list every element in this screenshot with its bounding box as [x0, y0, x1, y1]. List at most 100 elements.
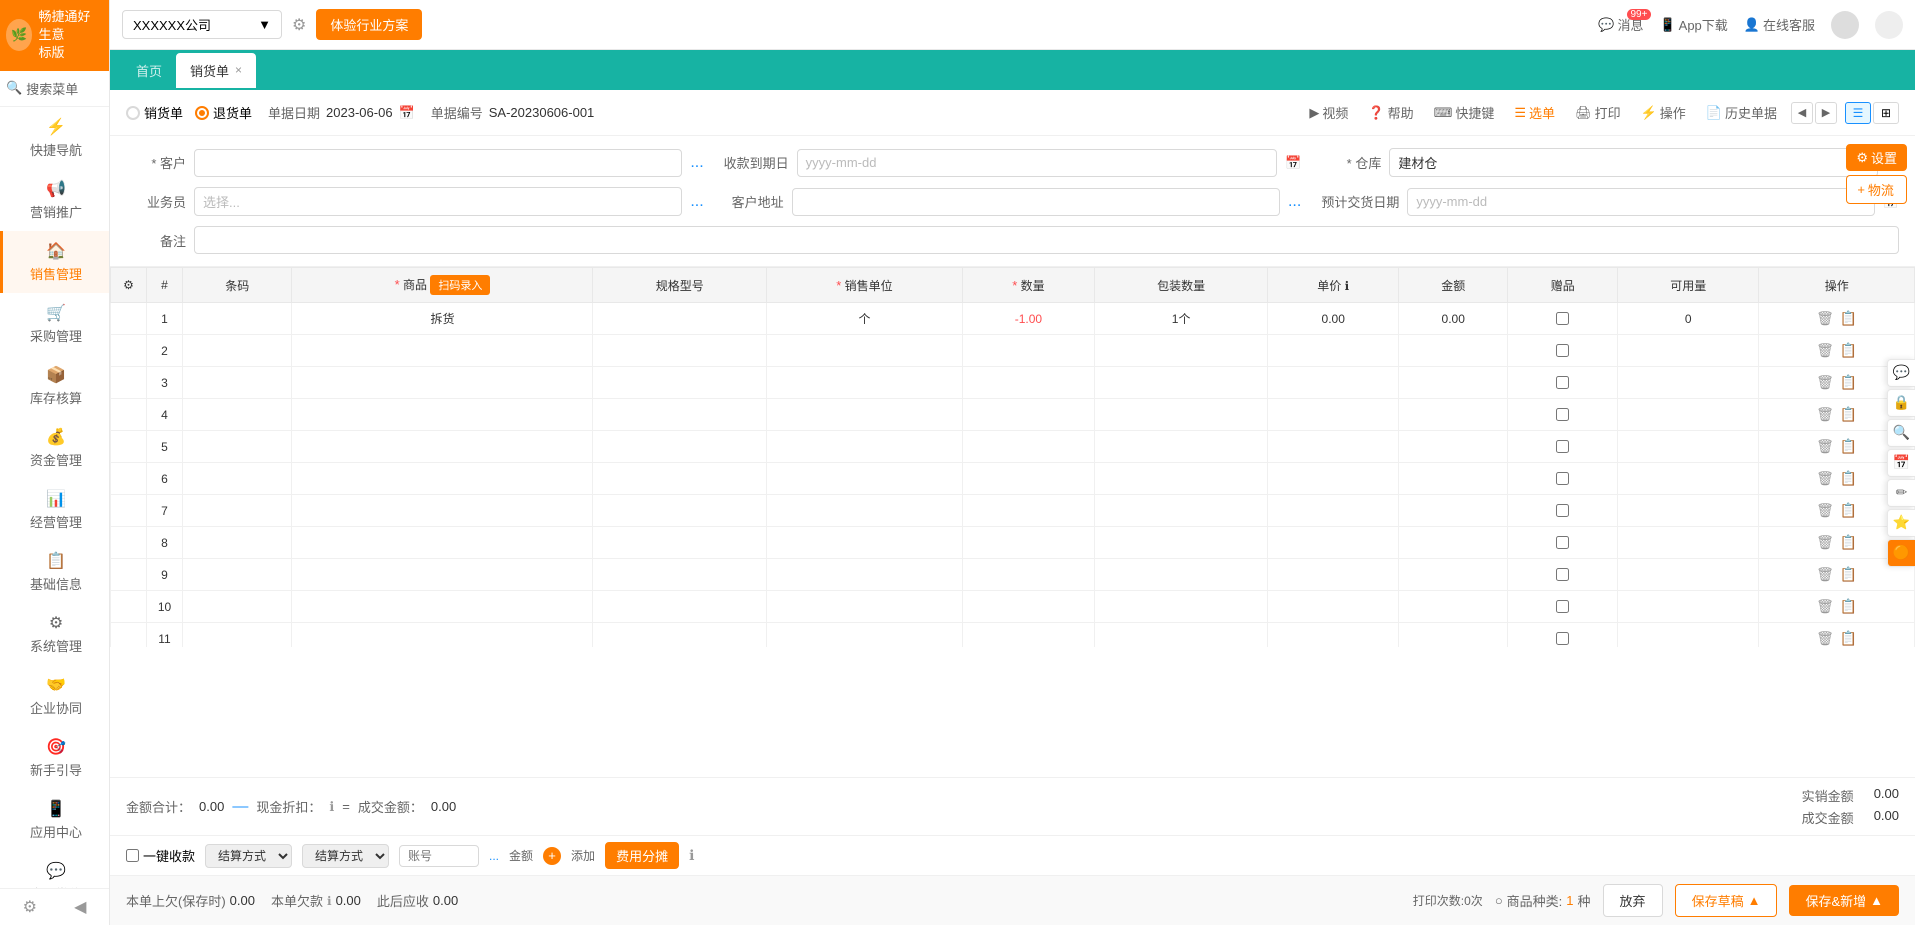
row-copy-icon[interactable]: 📋	[1840, 598, 1857, 615]
sidebar-item-inventory[interactable]: 📦 库存核算	[0, 355, 109, 417]
settings-btn[interactable]: ⚙ 设置	[1846, 144, 1907, 171]
row-copy-icon[interactable]: 📋	[1840, 342, 1857, 359]
add-payment-btn[interactable]: +	[543, 847, 561, 865]
row-qty-cell[interactable]	[962, 431, 1094, 463]
row-product-cell[interactable]	[292, 527, 593, 559]
row-unit-cell[interactable]	[767, 623, 963, 648]
right-panel-search-btn[interactable]: 🔍	[1887, 419, 1915, 447]
row-spec-cell[interactable]	[593, 303, 767, 335]
row-unit-cell[interactable]	[767, 431, 963, 463]
row-amount-cell[interactable]	[1398, 399, 1507, 431]
row-qty-cell[interactable]	[962, 591, 1094, 623]
row-product-cell[interactable]	[292, 463, 593, 495]
row-spec-cell[interactable]	[593, 527, 767, 559]
right-panel-star-btn[interactable]: ⭐	[1887, 509, 1915, 537]
sidebar-item-wechat[interactable]: 💬 企业微信	[0, 851, 109, 888]
row-product-cell[interactable]	[292, 591, 593, 623]
row-delete-icon[interactable]: 🗑	[1816, 566, 1834, 583]
row-gift-cell[interactable]	[1508, 303, 1617, 335]
tab-close-icon[interactable]: ×	[235, 63, 242, 77]
remark-input[interactable]	[194, 226, 1899, 254]
grid-view-btn[interactable]: ⊞	[1873, 102, 1899, 124]
row-barcode-cell[interactable]	[183, 303, 292, 335]
row-product-cell[interactable]	[292, 623, 593, 648]
row-unit-price-cell[interactable]: 0.00	[1268, 303, 1399, 335]
row-delete-icon[interactable]: 🗑	[1816, 630, 1834, 647]
right-panel-edit-btn[interactable]: ✏	[1887, 479, 1915, 507]
row-delete-icon[interactable]: 🗑	[1816, 374, 1834, 391]
payment-method-select[interactable]: 结算方式	[302, 844, 389, 868]
row-barcode-cell[interactable]	[183, 559, 292, 591]
customer-input[interactable]	[194, 149, 682, 177]
row-pkg-qty-cell[interactable]	[1094, 463, 1268, 495]
row-spec-cell[interactable]	[593, 495, 767, 527]
row-pkg-qty-cell[interactable]	[1094, 431, 1268, 463]
sidebar-item-enterprise[interactable]: 🤝 企业协同	[0, 665, 109, 727]
row-spec-cell[interactable]	[593, 431, 767, 463]
row-qty-cell[interactable]	[962, 623, 1094, 648]
row-gift-cell[interactable]	[1508, 559, 1617, 591]
row-product-cell[interactable]	[292, 367, 593, 399]
row-qty-cell[interactable]	[962, 463, 1094, 495]
logistics-btn[interactable]: + 物流	[1846, 175, 1907, 204]
row-unit-price-cell[interactable]	[1268, 527, 1399, 559]
row-barcode-cell[interactable]	[183, 463, 292, 495]
help-btn[interactable]: ❓ 帮助	[1362, 100, 1419, 125]
sidebar-item-marketing[interactable]: 📢 营销推广	[0, 169, 109, 231]
row-barcode-cell[interactable]	[183, 367, 292, 399]
row-copy-icon[interactable]: 📋	[1840, 534, 1857, 551]
fee-info-icon[interactable]: ℹ	[689, 847, 694, 864]
sidebar-item-finance[interactable]: 💰 资金管理	[0, 417, 109, 479]
row-spec-cell[interactable]	[593, 463, 767, 495]
customer-dots[interactable]: ...	[690, 154, 703, 172]
right-panel-orange-btn[interactable]: 🟠	[1887, 539, 1915, 567]
row-delete-icon[interactable]: 🗑	[1816, 502, 1834, 519]
row-barcode-cell[interactable]	[183, 623, 292, 648]
row-pkg-qty-cell[interactable]	[1094, 527, 1268, 559]
row-gift-cell[interactable]	[1508, 335, 1617, 367]
th-settings[interactable]: ⚙	[111, 268, 147, 303]
sidebar-item-system[interactable]: ⚙ 系统管理	[0, 603, 109, 665]
row-unit-price-cell[interactable]	[1268, 495, 1399, 527]
user-avatar-2[interactable]	[1875, 11, 1903, 39]
total-debt-info-icon[interactable]: ℹ	[327, 894, 332, 908]
video-btn[interactable]: ▶ 视频	[1303, 100, 1354, 125]
account-input[interactable]	[399, 845, 479, 867]
row-unit-price-cell[interactable]	[1268, 559, 1399, 591]
row-copy-icon[interactable]: 📋	[1840, 630, 1857, 647]
row-gift-cell[interactable]	[1508, 495, 1617, 527]
row-amount-cell[interactable]	[1398, 495, 1507, 527]
sidebar-item-purchase-mgmt[interactable]: 🛒 采购管理	[0, 293, 109, 355]
calendar-icon[interactable]: 📅	[399, 105, 415, 121]
discount-info-icon[interactable]: ℹ	[329, 799, 334, 815]
fee-split-btn[interactable]: 费用分摊	[605, 842, 679, 869]
row-delete-icon[interactable]: 🗑	[1816, 310, 1834, 327]
row-pkg-qty-cell[interactable]	[1094, 591, 1268, 623]
list-view-btn[interactable]: ☰	[1845, 102, 1871, 124]
row-copy-icon[interactable]: 📋	[1840, 470, 1857, 487]
row-pkg-qty-cell[interactable]	[1094, 559, 1268, 591]
sidebar-item-app-center[interactable]: 📱 应用中心	[0, 789, 109, 851]
radio-sales[interactable]: 销货单	[126, 103, 183, 122]
row-pkg-qty-cell[interactable]: 1个	[1094, 303, 1268, 335]
row-unit-cell[interactable]	[767, 591, 963, 623]
row-pkg-qty-cell[interactable]	[1094, 399, 1268, 431]
sidebar-item-guide[interactable]: 🎯 新手引导	[0, 727, 109, 789]
row-spec-cell[interactable]	[593, 591, 767, 623]
row-barcode-cell[interactable]	[183, 591, 292, 623]
row-delete-icon[interactable]: 🗑	[1816, 598, 1834, 615]
row-unit-cell[interactable]	[767, 559, 963, 591]
row-unit-cell[interactable]	[767, 495, 963, 527]
row-product-cell[interactable]	[292, 495, 593, 527]
row-barcode-cell[interactable]	[183, 431, 292, 463]
payment-due-input[interactable]: yyyy-mm-dd	[797, 149, 1277, 177]
row-copy-icon[interactable]: 📋	[1840, 310, 1857, 327]
salesperson-input[interactable]: 选择...	[194, 187, 682, 216]
one-click-pay-check[interactable]	[126, 849, 139, 862]
company-selector[interactable]: XXXXXX公司 ▼	[122, 10, 282, 39]
row-qty-cell[interactable]	[962, 335, 1094, 367]
row-qty-cell[interactable]	[962, 495, 1094, 527]
payment-due-calendar-icon[interactable]: 📅	[1285, 155, 1301, 171]
row-delete-icon[interactable]: 🗑	[1816, 406, 1834, 423]
customer-addr-dots[interactable]: ...	[1288, 193, 1301, 211]
